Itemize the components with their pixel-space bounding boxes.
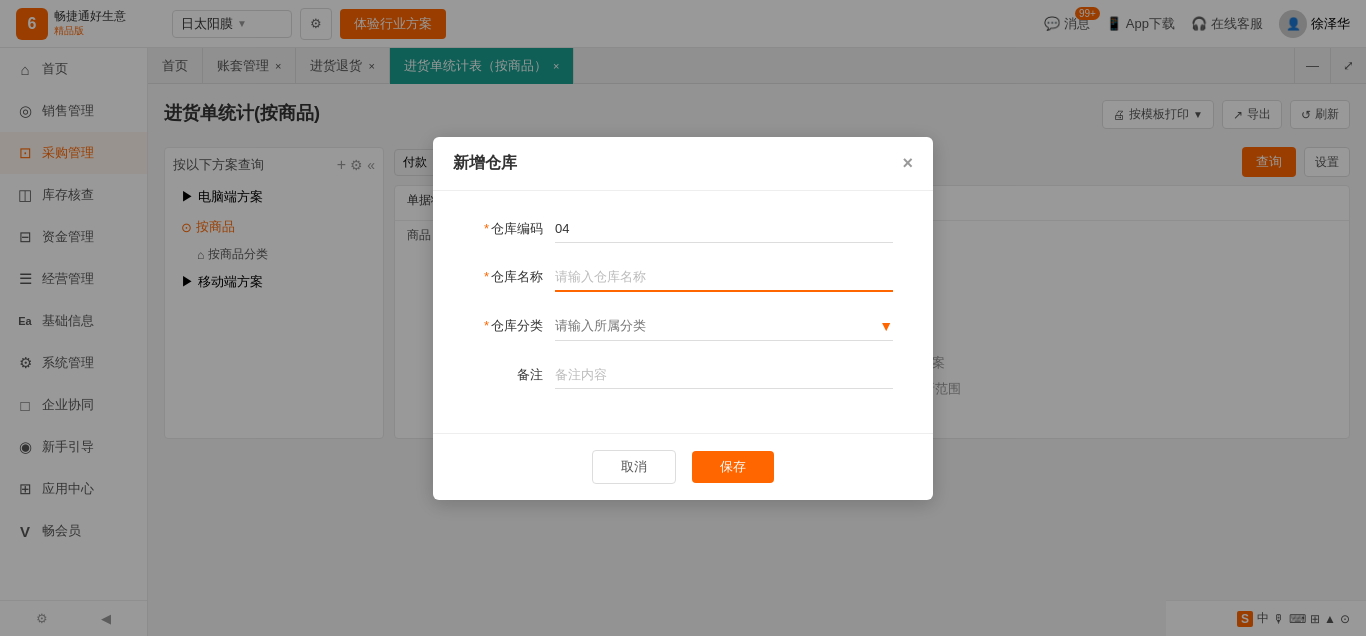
dialog-footer: 取消 保存 (433, 433, 933, 500)
form-row-code: 仓库编码 (473, 215, 893, 243)
save-button[interactable]: 保存 (692, 451, 774, 483)
form-row-name: 仓库名称 (473, 263, 893, 292)
dialog-title: 新增仓库 (453, 153, 517, 174)
form-row-category: 仓库分类 ▼ (473, 312, 893, 341)
dialog-close-icon[interactable]: × (902, 153, 913, 174)
new-warehouse-dialog: 新增仓库 × 仓库编码 仓库名称 仓库分类 ▼ (433, 137, 933, 500)
category-label: 仓库分类 (473, 317, 543, 335)
code-label: 仓库编码 (473, 220, 543, 238)
category-arrow-icon[interactable]: ▼ (879, 318, 893, 334)
form-row-note: 备注 (473, 361, 893, 389)
name-label: 仓库名称 (473, 268, 543, 286)
category-select-row[interactable]: ▼ (555, 312, 893, 341)
dialog-header: 新增仓库 × (433, 137, 933, 191)
dialog-body: 仓库编码 仓库名称 仓库分类 ▼ 备注 (433, 191, 933, 433)
code-input[interactable] (555, 215, 893, 243)
cancel-button[interactable]: 取消 (592, 450, 676, 484)
modal-overlay: 新增仓库 × 仓库编码 仓库名称 仓库分类 ▼ (0, 0, 1366, 636)
name-input[interactable] (555, 263, 893, 292)
note-label: 备注 (473, 366, 543, 384)
category-input[interactable] (555, 318, 879, 333)
note-input[interactable] (555, 361, 893, 389)
